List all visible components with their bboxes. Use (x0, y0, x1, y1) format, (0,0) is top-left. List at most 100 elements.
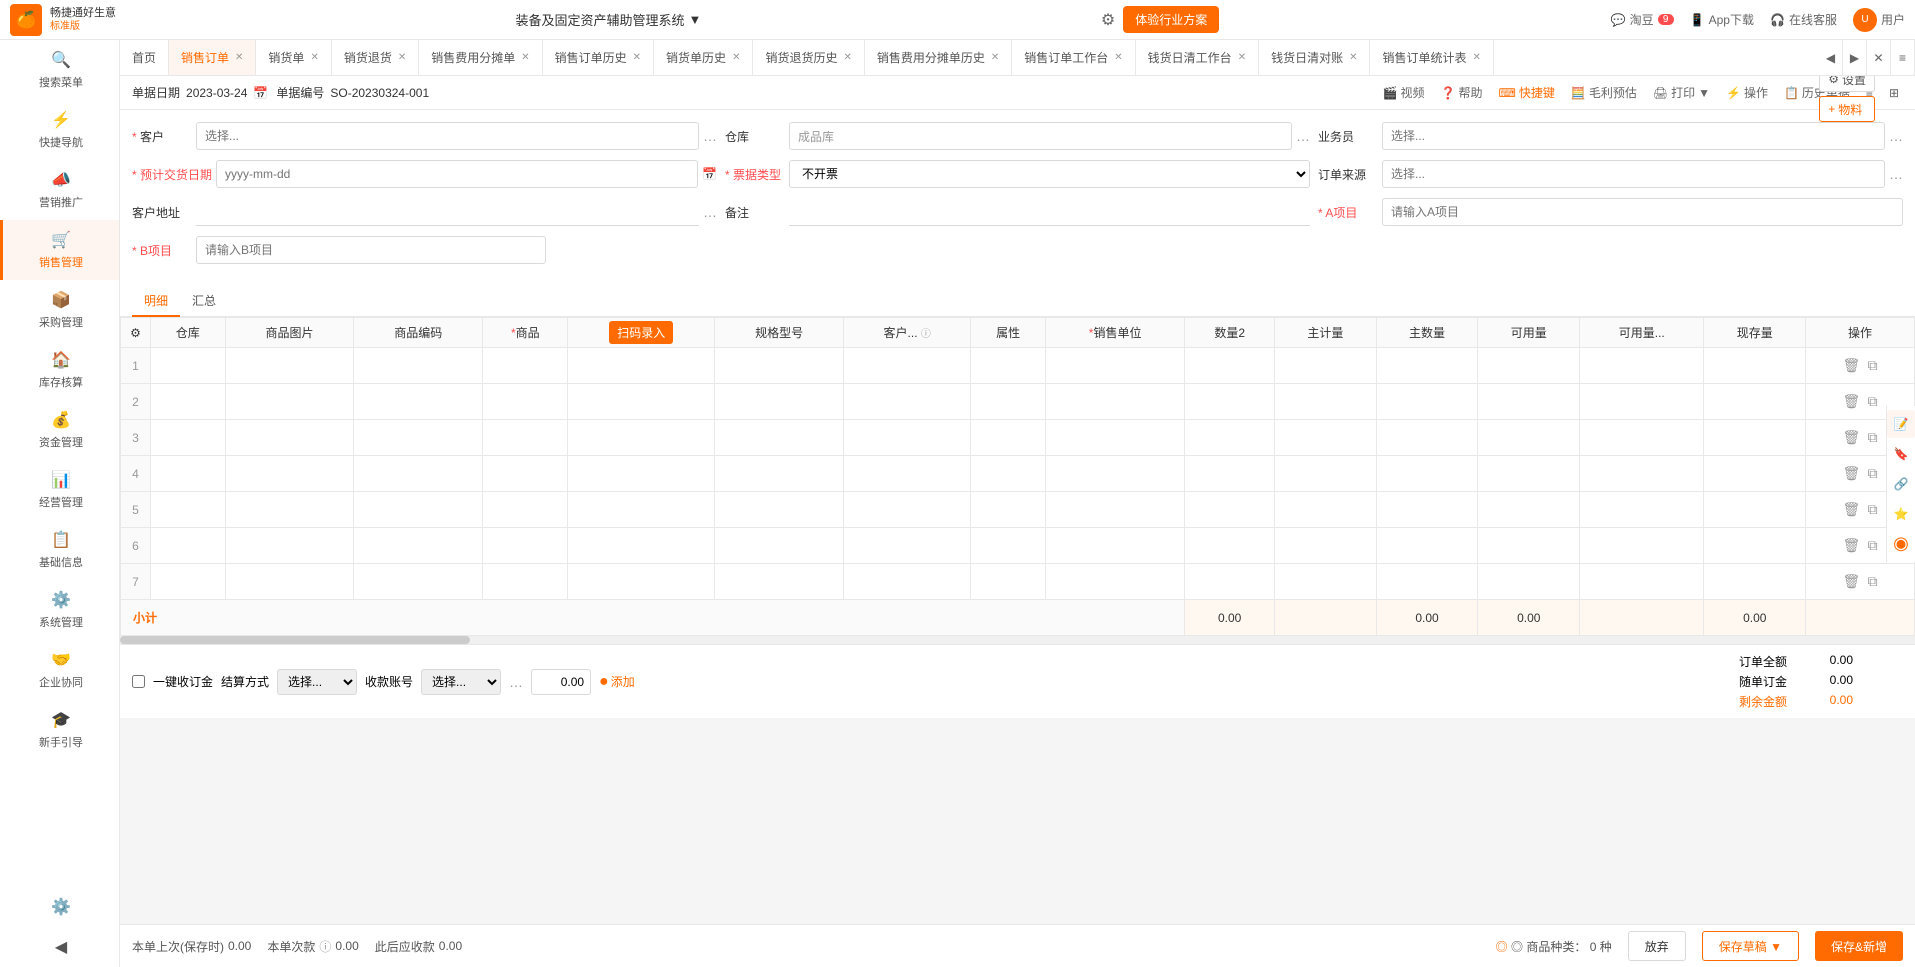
row-goods-5[interactable] (483, 492, 568, 528)
msg-item[interactable]: 💬 淘豆 9 (1611, 11, 1674, 28)
row-image-7[interactable] (225, 564, 354, 600)
row-main-qty-3[interactable] (1376, 420, 1478, 456)
row-avail-qty-7[interactable] (1478, 564, 1580, 600)
row-spec-1[interactable] (715, 348, 844, 384)
right-tb-note-btn[interactable]: 📝 (1887, 410, 1915, 438)
row-copy-3[interactable]: ⧉ (1866, 427, 1880, 447)
row-avail-qty-3[interactable] (1478, 420, 1580, 456)
a-project-input[interactable] (1382, 198, 1903, 226)
row-unit-6[interactable] (1045, 528, 1184, 564)
row-image-6[interactable] (225, 528, 354, 564)
tab-close-sales_order_desk[interactable]: ✕ (1114, 52, 1122, 63)
delivery-date-input[interactable] (216, 160, 698, 188)
setting-btn[interactable]: ⚙ ⚙ 设置 设置 (1819, 76, 1875, 92)
row-warehouse-7[interactable] (151, 564, 226, 600)
address-dots-btn[interactable]: … (703, 204, 717, 220)
row-image-1[interactable] (225, 348, 354, 384)
row-unit-7[interactable] (1045, 564, 1184, 600)
calendar-icon[interactable]: 📅 (253, 86, 268, 100)
right-tb-link-btn[interactable]: 🔗 (1887, 470, 1915, 498)
sidebar-item-basic[interactable]: 📋 基础信息 (0, 520, 119, 580)
row-scan-3[interactable] (568, 420, 715, 456)
row-customer-code-1[interactable] (844, 348, 971, 384)
row-customer-code-3[interactable] (844, 420, 971, 456)
profit-btn[interactable]: 🧮 毛利预估 (1567, 82, 1641, 103)
row-stock-4[interactable] (1704, 456, 1806, 492)
row-unit-5[interactable] (1045, 492, 1184, 528)
remark-input[interactable] (789, 198, 1310, 226)
row-spec-6[interactable] (715, 528, 844, 564)
row-spec-7[interactable] (715, 564, 844, 600)
row-spec-5[interactable] (715, 492, 844, 528)
sidebar-item-marketing[interactable]: 📣 营销推广 (0, 160, 119, 220)
sidebar-item-system[interactable]: ⚙️ 系统管理 (0, 580, 119, 640)
solution-btn[interactable]: 体验行业方案 (1123, 6, 1219, 33)
row-spec-2[interactable] (715, 384, 844, 420)
right-tb-bookmark-btn[interactable]: 🔖 (1887, 440, 1915, 468)
row-main-qty-2[interactable] (1376, 384, 1478, 420)
row-avail-qty2-1[interactable] (1580, 348, 1704, 384)
view-btn[interactable]: 🎬 视频 (1379, 82, 1429, 103)
row-stock-2[interactable] (1704, 384, 1806, 420)
row-spec-3[interactable] (715, 420, 844, 456)
tab-summary[interactable]: 汇总 (180, 286, 228, 317)
row-stock-6[interactable] (1704, 528, 1806, 564)
sidebar-item-purchase[interactable]: 📦 采购管理 (0, 280, 119, 340)
sidebar-item-operation[interactable]: 📊 经营管理 (0, 460, 119, 520)
row-warehouse-5[interactable] (151, 492, 226, 528)
sidebar-collapse-btn[interactable]: ◀ (0, 927, 119, 967)
right-tb-orange-btn[interactable]: ◉ (1887, 530, 1915, 558)
payment-method-select[interactable]: 选择... (277, 669, 357, 695)
row-avail-qty-5[interactable] (1478, 492, 1580, 528)
row-code-3[interactable] (354, 420, 483, 456)
row-goods-7[interactable] (483, 564, 568, 600)
row-code-1[interactable] (354, 348, 483, 384)
b-project-input[interactable] (196, 236, 546, 264)
row-avail-qty-2[interactable] (1478, 384, 1580, 420)
row-qty2-3[interactable] (1185, 420, 1275, 456)
info-icon[interactable]: ⓘ (319, 938, 331, 955)
tab-close-sales_return[interactable]: ✕ (398, 52, 406, 63)
tab-close-sales_fee[interactable]: ✕ (521, 52, 529, 63)
row-warehouse-4[interactable] (151, 456, 226, 492)
table-scroll-bar[interactable] (120, 636, 1915, 644)
tab-close-sales_fee_history[interactable]: ✕ (991, 52, 999, 63)
actions-btn[interactable]: ⚡ 操作 (1722, 82, 1772, 103)
tab-home[interactable]: 首页 (120, 40, 169, 76)
row-qty2-5[interactable] (1185, 492, 1275, 528)
row-goods-2[interactable] (483, 384, 568, 420)
customer-dots-btn[interactable]: … (703, 128, 717, 144)
row-code-4[interactable] (354, 456, 483, 492)
row-main-qty-5[interactable] (1376, 492, 1478, 528)
row-code-2[interactable] (354, 384, 483, 420)
sidebar-item-settings-bottom[interactable]: ⚙️ (0, 887, 119, 927)
row-customer-code-2[interactable] (844, 384, 971, 420)
row-scan-4[interactable] (568, 456, 715, 492)
row-warehouse-1[interactable] (151, 348, 226, 384)
row-main-unit-2[interactable] (1275, 384, 1377, 420)
row-delete-7[interactable]: 🗑 (1840, 571, 1862, 591)
warehouse-dots-btn[interactable]: … (1296, 128, 1310, 144)
system-selector[interactable]: 装备及固定资产辅助管理系统 ▼ (507, 6, 709, 33)
row-customer-code-5[interactable] (844, 492, 971, 528)
bank-select[interactable]: 选择... (421, 669, 501, 695)
row-image-2[interactable] (225, 384, 354, 420)
tab-prev-btn[interactable]: ◀ (1819, 40, 1843, 76)
row-scan-6[interactable] (568, 528, 715, 564)
row-qty2-6[interactable] (1185, 528, 1275, 564)
sidebar-item-guide[interactable]: 🎓 新手引导 (0, 700, 119, 760)
tab-close-sales_return_history[interactable]: ✕ (843, 52, 851, 63)
sidebar-item-search[interactable]: 🔍 搜索菜单 (0, 40, 119, 100)
th-scan[interactable]: 扫码录入 (568, 318, 715, 348)
row-main-qty-6[interactable] (1376, 528, 1478, 564)
online-support-item[interactable]: 🎧 在线客服 (1770, 11, 1837, 28)
row-copy-6[interactable]: ⧉ (1866, 535, 1880, 555)
row-qty2-2[interactable] (1185, 384, 1275, 420)
row-scan-5[interactable] (568, 492, 715, 528)
row-main-unit-4[interactable] (1275, 456, 1377, 492)
layout-grid-btn[interactable]: ⊞ (1885, 84, 1903, 102)
row-delete-2[interactable]: 🗑 (1840, 391, 1862, 411)
tab-close-sales_bill[interactable]: ✕ (310, 52, 318, 63)
row-main-unit-3[interactable] (1275, 420, 1377, 456)
sidebar-item-finance[interactable]: 💰 资金管理 (0, 400, 119, 460)
